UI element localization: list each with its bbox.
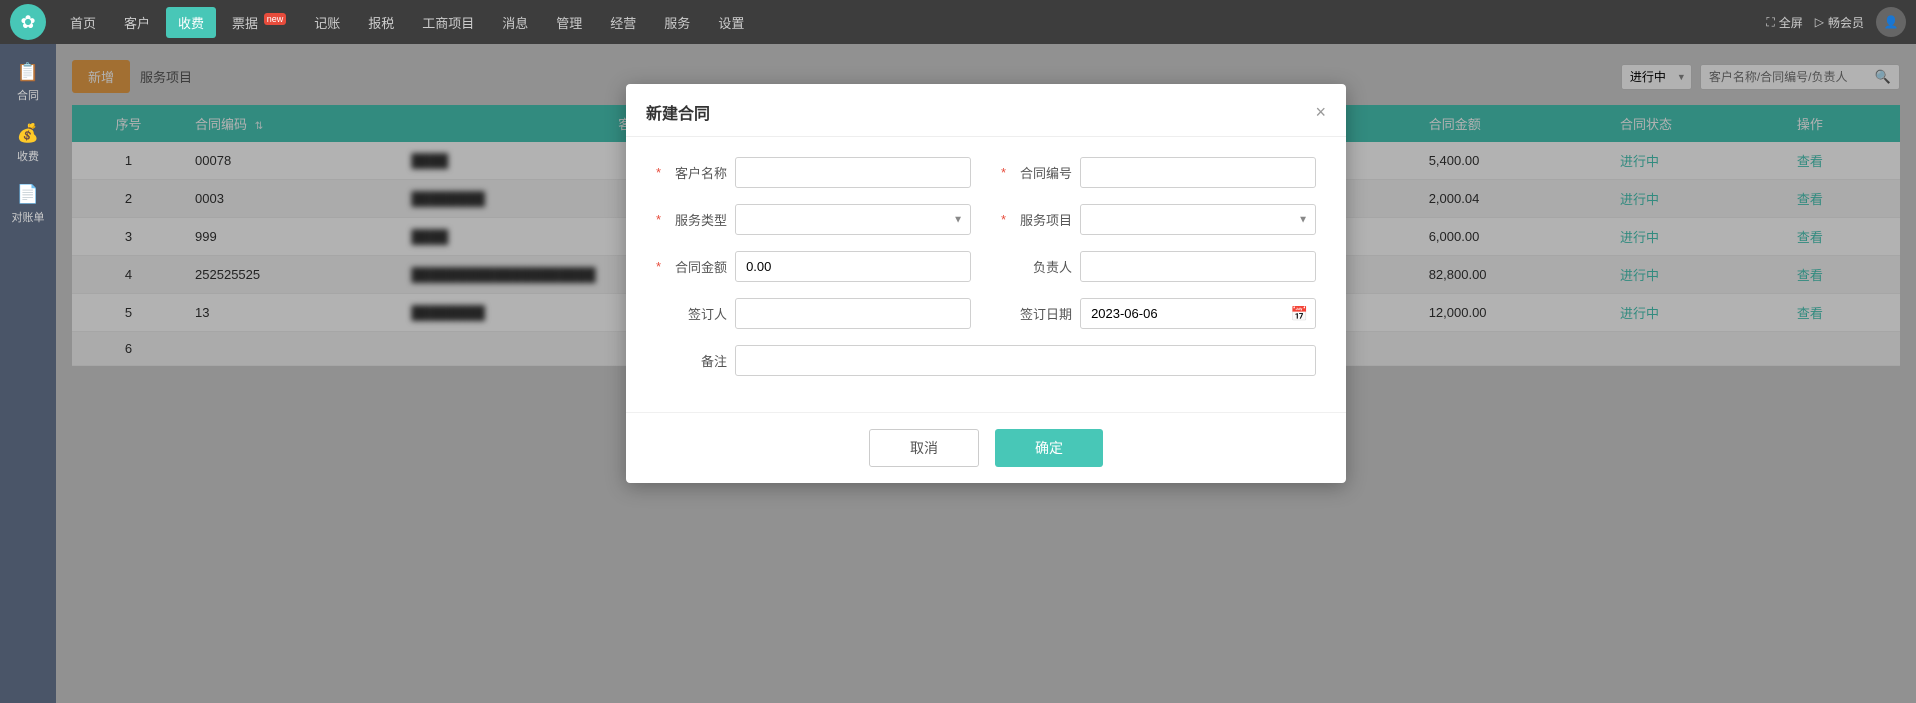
signatory-input[interactable] (735, 298, 971, 329)
remark-label: 备注 (671, 351, 727, 370)
content-area: 新增 服务项目 进行中 已完成 已取消 🔍 (56, 44, 1916, 703)
form-row-3: * 合同金额 * 负责人 (656, 251, 1316, 282)
responsible-input[interactable] (1080, 251, 1316, 282)
responsible-field: * 负责人 (1001, 251, 1316, 282)
play-icon: ▷ (1815, 15, 1824, 29)
modal-close-button[interactable]: × (1315, 103, 1326, 121)
nav-item-home[interactable]: 首页 (58, 7, 108, 38)
member-button[interactable]: ▷ 畅会员 (1815, 14, 1864, 31)
service-item-label: 服务项目 (1016, 210, 1072, 229)
signatory-field: * 签订人 (656, 298, 971, 329)
required-star: * (656, 259, 661, 274)
service-type-field: * 服务类型 (656, 204, 971, 235)
service-type-select[interactable] (735, 204, 971, 235)
sidebar-item-label: 收费 (17, 148, 39, 164)
contract-amount-field: * 合同金额 (656, 251, 971, 282)
sidebar-item-contract[interactable]: 📋 合同 (2, 54, 54, 111)
contract-icon: 📋 (17, 62, 39, 83)
nav-item-bookkeeping[interactable]: 记账 (302, 7, 352, 38)
service-type-select-wrap (735, 204, 971, 235)
confirm-button[interactable]: 确定 (995, 429, 1103, 467)
new-badge: new (264, 13, 287, 25)
contract-no-label: 合同编号 (1016, 163, 1072, 182)
modal-footer: 取消 确定 (626, 412, 1346, 483)
fullscreen-button[interactable]: ⛶ 全屏 (1766, 14, 1802, 31)
modal-header: 新建合同 × (626, 84, 1346, 137)
customer-name-field: * 客户名称 (656, 157, 971, 188)
nav-item-settings[interactable]: 设置 (706, 7, 756, 38)
required-star: * (656, 212, 661, 227)
contract-no-field: * 合同编号 (1001, 157, 1316, 188)
logo: ✿ (10, 4, 46, 40)
service-type-label: 服务类型 (671, 210, 727, 229)
modal-overlay: 新建合同 × * 客户名称 * 合同编号 (56, 44, 1916, 703)
required-star: * (1001, 165, 1006, 180)
required-star: * (656, 165, 661, 180)
contract-amount-label: 合同金额 (671, 257, 727, 276)
cancel-button[interactable]: 取消 (869, 429, 979, 467)
form-row-4: * 签订人 * 签订日期 📅 (656, 298, 1316, 329)
service-item-field: * 服务项目 (1001, 204, 1316, 235)
form-row-1: * 客户名称 * 合同编号 (656, 157, 1316, 188)
contract-amount-input[interactable] (735, 251, 971, 282)
signatory-label: 签订人 (671, 304, 727, 323)
required-star: * (1001, 212, 1006, 227)
nav-item-operation[interactable]: 经营 (598, 7, 648, 38)
service-item-select[interactable] (1080, 204, 1316, 235)
avatar[interactable]: 👤 (1876, 7, 1906, 37)
sidebar-item-statement[interactable]: 📄 对账单 (2, 176, 54, 233)
responsible-label: 负责人 (1016, 257, 1072, 276)
customer-name-label: 客户名称 (671, 163, 727, 182)
fee-icon: 💰 (17, 123, 39, 144)
sign-date-field: * 签订日期 📅 (1001, 298, 1316, 329)
logo-icon: ✿ (20, 12, 35, 33)
nav-item-manage[interactable]: 管理 (544, 7, 594, 38)
main-layout: 📋 合同 💰 收费 📄 对账单 新增 服务项目 进行中 已完成 已取消 (0, 44, 1916, 703)
sidebar-item-label: 合同 (17, 87, 39, 103)
nav-item-biz[interactable]: 工商项目 (410, 7, 486, 38)
new-contract-modal: 新建合同 × * 客户名称 * 合同编号 (626, 84, 1346, 483)
remark-input[interactable] (735, 345, 1316, 376)
modal-body: * 客户名称 * 合同编号 * (626, 137, 1346, 412)
nav-item-invoice[interactable]: 票据 new (220, 7, 298, 38)
user-icon: 👤 (1884, 15, 1899, 29)
sign-date-wrap: 📅 (1080, 298, 1316, 329)
sidebar: 📋 合同 💰 收费 📄 对账单 (0, 44, 56, 703)
nav-item-tax[interactable]: 报税 (356, 7, 406, 38)
nav-item-service[interactable]: 服务 (652, 7, 702, 38)
nav-item-customer[interactable]: 客户 (112, 7, 162, 38)
sidebar-item-label: 对账单 (12, 209, 45, 225)
nav-item-msg[interactable]: 消息 (490, 7, 540, 38)
fullscreen-icon: ⛶ (1766, 15, 1774, 30)
nav-item-fee[interactable]: 收费 (166, 7, 216, 38)
service-item-select-wrap (1080, 204, 1316, 235)
form-row-2: * 服务类型 * 服务项目 (656, 204, 1316, 235)
top-navigation: ✿ 首页 客户 收费 票据 new 记账 报税 工商项目 消息 管理 经营 服务… (0, 0, 1916, 44)
form-row-5: * 备注 (656, 345, 1316, 376)
nav-right: ⛶ 全屏 ▷ 畅会员 👤 (1766, 7, 1906, 37)
remark-field: * 备注 (656, 345, 1316, 376)
contract-no-input[interactable] (1080, 157, 1316, 188)
sidebar-item-fee[interactable]: 💰 收费 (2, 115, 54, 172)
nav-items: 首页 客户 收费 票据 new 记账 报税 工商项目 消息 管理 经营 服务 设… (58, 7, 1766, 38)
sign-date-label: 签订日期 (1016, 304, 1072, 323)
customer-name-input[interactable] (735, 157, 971, 188)
statement-icon: 📄 (17, 184, 39, 205)
modal-title: 新建合同 (646, 100, 710, 124)
sign-date-input[interactable] (1080, 298, 1316, 329)
